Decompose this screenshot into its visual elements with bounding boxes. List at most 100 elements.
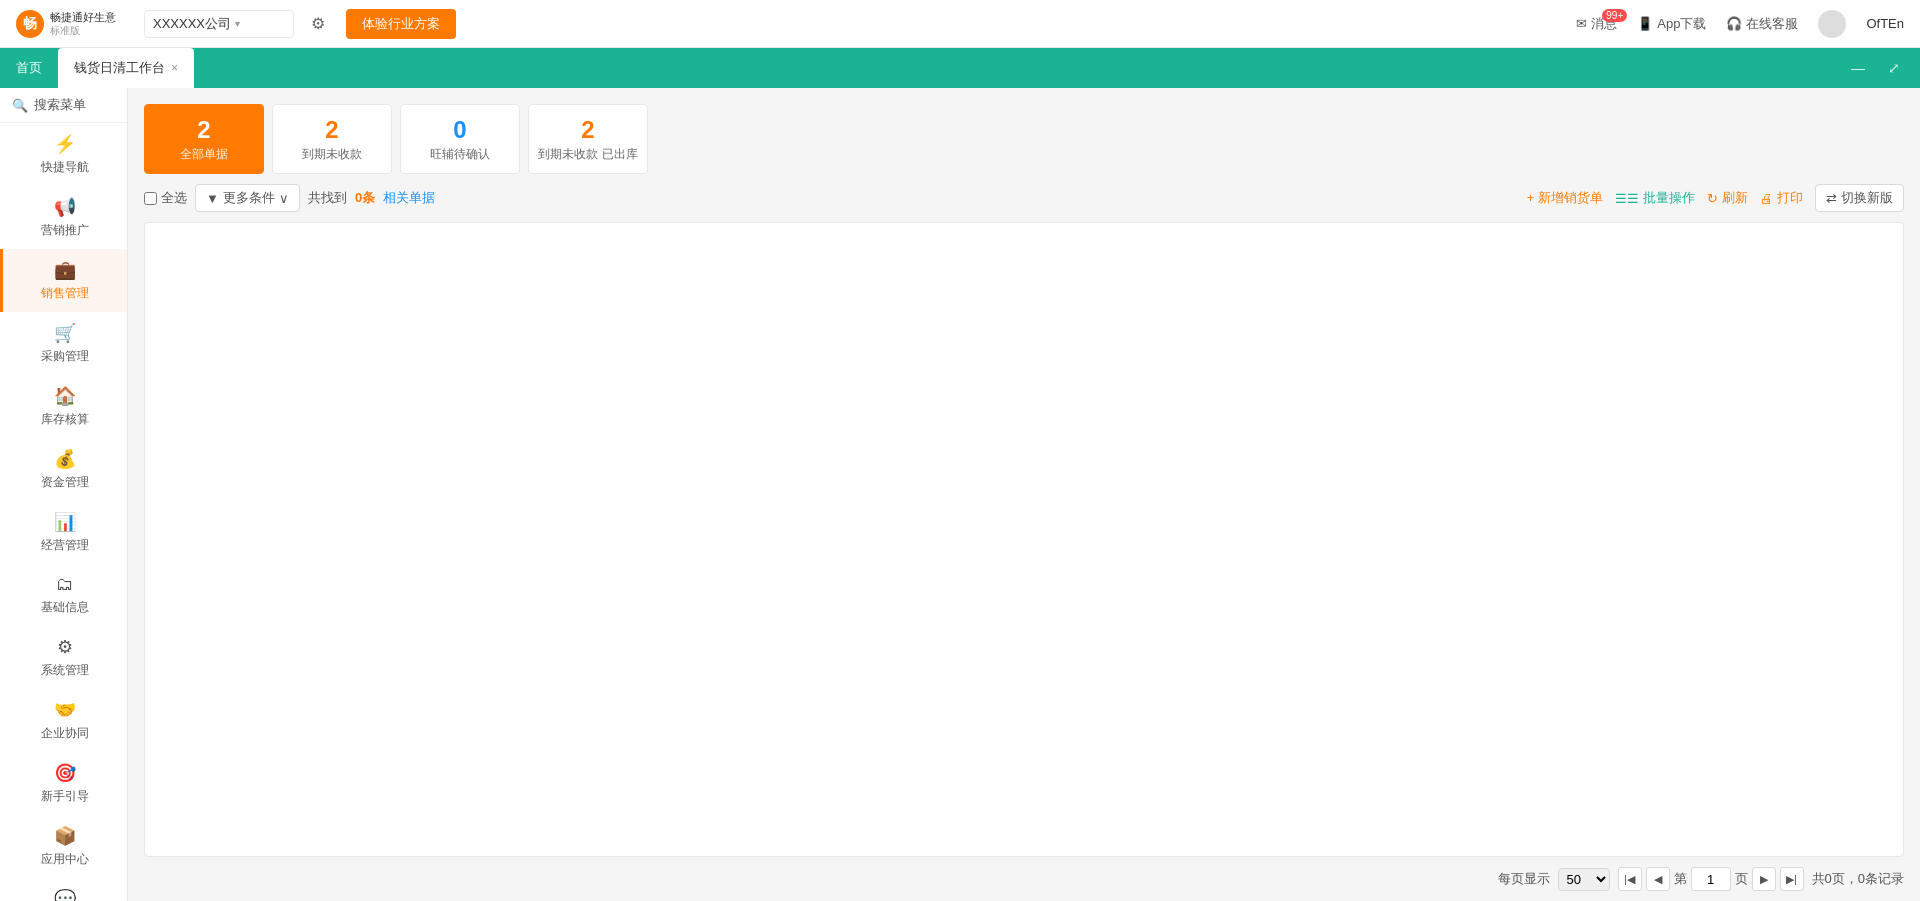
card-overdue-shipped-label: 到期未收款 已出库 bbox=[538, 146, 637, 163]
logo-icon: 畅 bbox=[16, 10, 44, 38]
gear-icon: ⚙ bbox=[311, 14, 325, 33]
print-button[interactable]: 🖨 打印 bbox=[1760, 189, 1803, 207]
sidebar-item-marketing[interactable]: 📢 营销推广 bbox=[0, 186, 127, 249]
sidebar-label-system: 系统管理 bbox=[41, 662, 89, 679]
marketing-icon: 📢 bbox=[54, 196, 76, 218]
sidebar-item-operations[interactable]: 📊 经营管理 bbox=[0, 501, 127, 564]
sidebar-item-inventory[interactable]: 🏠 库存核算 bbox=[0, 375, 127, 438]
sidebar-label-finance: 资金管理 bbox=[41, 474, 89, 491]
sidebar-item-appcenter[interactable]: 📦 应用中心 bbox=[0, 815, 127, 878]
sidebar-item-wechat[interactable]: 💬 企业微信 bbox=[0, 878, 127, 901]
page-input[interactable] bbox=[1691, 867, 1731, 891]
filter-icon: ▼ bbox=[206, 191, 219, 206]
top-header: 畅 畅捷通好生意 标准版 XXXXXX公司 ▾ ⚙ 体验行业方案 ✉ 消息 99… bbox=[0, 0, 1920, 48]
purchase-icon: 🛒 bbox=[54, 322, 76, 344]
more-filters-button[interactable]: ▼ 更多条件 ∨ bbox=[195, 184, 300, 212]
quicknav-icon: ⚡ bbox=[54, 133, 76, 155]
sidebar-label-inventory: 库存核算 bbox=[41, 411, 89, 428]
page-nav: |◀ ◀ 第 页 ▶ ▶| bbox=[1618, 867, 1804, 891]
system-icon: ⚙ bbox=[57, 636, 73, 658]
logo-area: 畅 畅捷通好生意 标准版 bbox=[16, 10, 144, 38]
tab-maximize-icon[interactable]: ⤢ bbox=[1880, 54, 1908, 82]
select-all-input[interactable] bbox=[144, 192, 157, 205]
found-count: 0条 bbox=[355, 189, 375, 207]
headset-icon: 🎧 bbox=[1726, 16, 1742, 31]
toolbar: 全选 ▼ 更多条件 ∨ 共找到 0条 相关单据 + 新增销货单 ☰☰ 批量操作 … bbox=[128, 174, 1920, 222]
company-selector[interactable]: XXXXXX公司 ▾ bbox=[144, 10, 294, 38]
card-all-count: 2 bbox=[197, 116, 210, 144]
sidebar-label-quicknav: 快捷导航 bbox=[41, 159, 89, 176]
sidebar-search[interactable]: 🔍 搜索菜单 bbox=[0, 88, 127, 123]
card-overdue[interactable]: 2 到期未收款 bbox=[272, 104, 392, 174]
card-all-label: 全部单据 bbox=[180, 146, 228, 163]
operations-icon: 📊 bbox=[54, 511, 76, 533]
sidebar-label-basicinfo: 基础信息 bbox=[41, 599, 89, 616]
card-overdue-shipped[interactable]: 2 到期未收款 已出库 bbox=[528, 104, 648, 174]
table-area bbox=[144, 222, 1904, 857]
avatar[interactable] bbox=[1818, 10, 1846, 38]
prev-page-button[interactable]: ◀ bbox=[1646, 867, 1670, 891]
settings-button[interactable]: ⚙ bbox=[302, 8, 334, 40]
first-page-button[interactable]: |◀ bbox=[1618, 867, 1642, 891]
card-wangfu[interactable]: 0 旺辅待确认 bbox=[400, 104, 520, 174]
page-size-select[interactable]: 50 100 200 bbox=[1558, 868, 1610, 891]
sidebar-label-guide: 新手引导 bbox=[41, 788, 89, 805]
last-page-button[interactable]: ▶| bbox=[1780, 867, 1804, 891]
refresh-button[interactable]: ↻ 刷新 bbox=[1707, 189, 1748, 207]
appcenter-icon: 📦 bbox=[54, 825, 76, 847]
tab-minimize-icon[interactable]: — bbox=[1844, 54, 1872, 82]
tab-close-icon[interactable]: × bbox=[171, 61, 178, 75]
inventory-icon: 🏠 bbox=[54, 385, 76, 407]
finance-icon: 💰 bbox=[54, 448, 76, 470]
sidebar-label-sales: 销售管理 bbox=[41, 285, 89, 302]
sidebar-item-sales[interactable]: 💼 销售管理 bbox=[0, 249, 127, 312]
sales-icon: 💼 bbox=[54, 259, 76, 281]
card-wangfu-label: 旺辅待确认 bbox=[430, 146, 490, 163]
sidebar-label-appcenter: 应用中心 bbox=[41, 851, 89, 868]
main-layout: 🔍 搜索菜单 ⚡ 快捷导航 📢 营销推广 💼 销售管理 🛒 采购管理 🏠 库存核… bbox=[0, 88, 1920, 901]
sidebar-item-guide[interactable]: 🎯 新手引导 bbox=[0, 752, 127, 815]
batch-operation-button[interactable]: ☰☰ 批量操作 bbox=[1615, 189, 1695, 207]
sidebar-item-enterprise[interactable]: 🤝 企业协同 bbox=[0, 689, 127, 752]
next-page-button[interactable]: ▶ bbox=[1752, 867, 1776, 891]
search-icon: 🔍 bbox=[12, 98, 28, 113]
sidebar-label-operations: 经营管理 bbox=[41, 537, 89, 554]
chevron-down-icon: ∨ bbox=[279, 191, 289, 206]
card-overdue-count: 2 bbox=[325, 116, 338, 144]
select-all-checkbox[interactable]: 全选 bbox=[144, 189, 187, 207]
switch-version-button[interactable]: ⇄ 切换新版 bbox=[1815, 184, 1904, 212]
tab-bar-actions: — ⤢ bbox=[1844, 54, 1920, 82]
found-prefix: 共找到 bbox=[308, 189, 347, 207]
card-all[interactable]: 2 全部单据 bbox=[144, 104, 264, 174]
summary-cards: 2 全部单据 2 到期未收款 0 旺辅待确认 2 到期未收款 已出库 bbox=[128, 88, 1920, 174]
message-button[interactable]: ✉ 消息 99+ bbox=[1576, 15, 1617, 33]
guide-icon: 🎯 bbox=[54, 762, 76, 784]
chevron-down-icon: ▾ bbox=[235, 18, 240, 29]
message-icon: ✉ bbox=[1576, 16, 1587, 31]
app-download-button[interactable]: 📱 App下载 bbox=[1637, 15, 1706, 33]
logo-text: 畅捷通好生意 标准版 bbox=[50, 10, 116, 37]
sidebar-item-system[interactable]: ⚙ 系统管理 bbox=[0, 626, 127, 689]
card-overdue-shipped-count: 2 bbox=[581, 116, 594, 144]
sidebar-item-quicknav[interactable]: ⚡ 快捷导航 bbox=[0, 123, 127, 186]
sidebar-item-finance[interactable]: 💰 资金管理 bbox=[0, 438, 127, 501]
trial-button[interactable]: 体验行业方案 bbox=[346, 9, 456, 39]
message-badge: 99+ bbox=[1602, 9, 1627, 22]
related-link[interactable]: 相关单据 bbox=[383, 189, 435, 207]
tab-bar: 首页 钱货日清工作台 × — ⤢ bbox=[0, 48, 1920, 88]
username-label: OfTEn bbox=[1866, 16, 1904, 31]
total-info: 共0页，0条记录 bbox=[1812, 870, 1904, 888]
sidebar-item-purchase[interactable]: 🛒 采购管理 bbox=[0, 312, 127, 375]
online-service-button[interactable]: 🎧 在线客服 bbox=[1726, 15, 1798, 33]
tab-home[interactable]: 首页 bbox=[0, 48, 58, 88]
company-name: XXXXXX公司 bbox=[153, 15, 231, 33]
tab-qianhuoriqing[interactable]: 钱货日清工作台 × bbox=[58, 48, 194, 88]
card-wangfu-count: 0 bbox=[453, 116, 466, 144]
enterprise-icon: 🤝 bbox=[54, 699, 76, 721]
sidebar-item-basicinfo[interactable]: 🗂 基础信息 bbox=[0, 564, 127, 626]
more-filters-label: 更多条件 bbox=[223, 189, 275, 207]
online-service-label: 在线客服 bbox=[1746, 15, 1798, 33]
page-label: 第 bbox=[1674, 870, 1687, 888]
add-sale-button[interactable]: + 新增销货单 bbox=[1527, 189, 1603, 207]
pagination-bar: 每页显示 50 100 200 |◀ ◀ 第 页 ▶ ▶| 共0页，0条记录 bbox=[128, 857, 1920, 901]
